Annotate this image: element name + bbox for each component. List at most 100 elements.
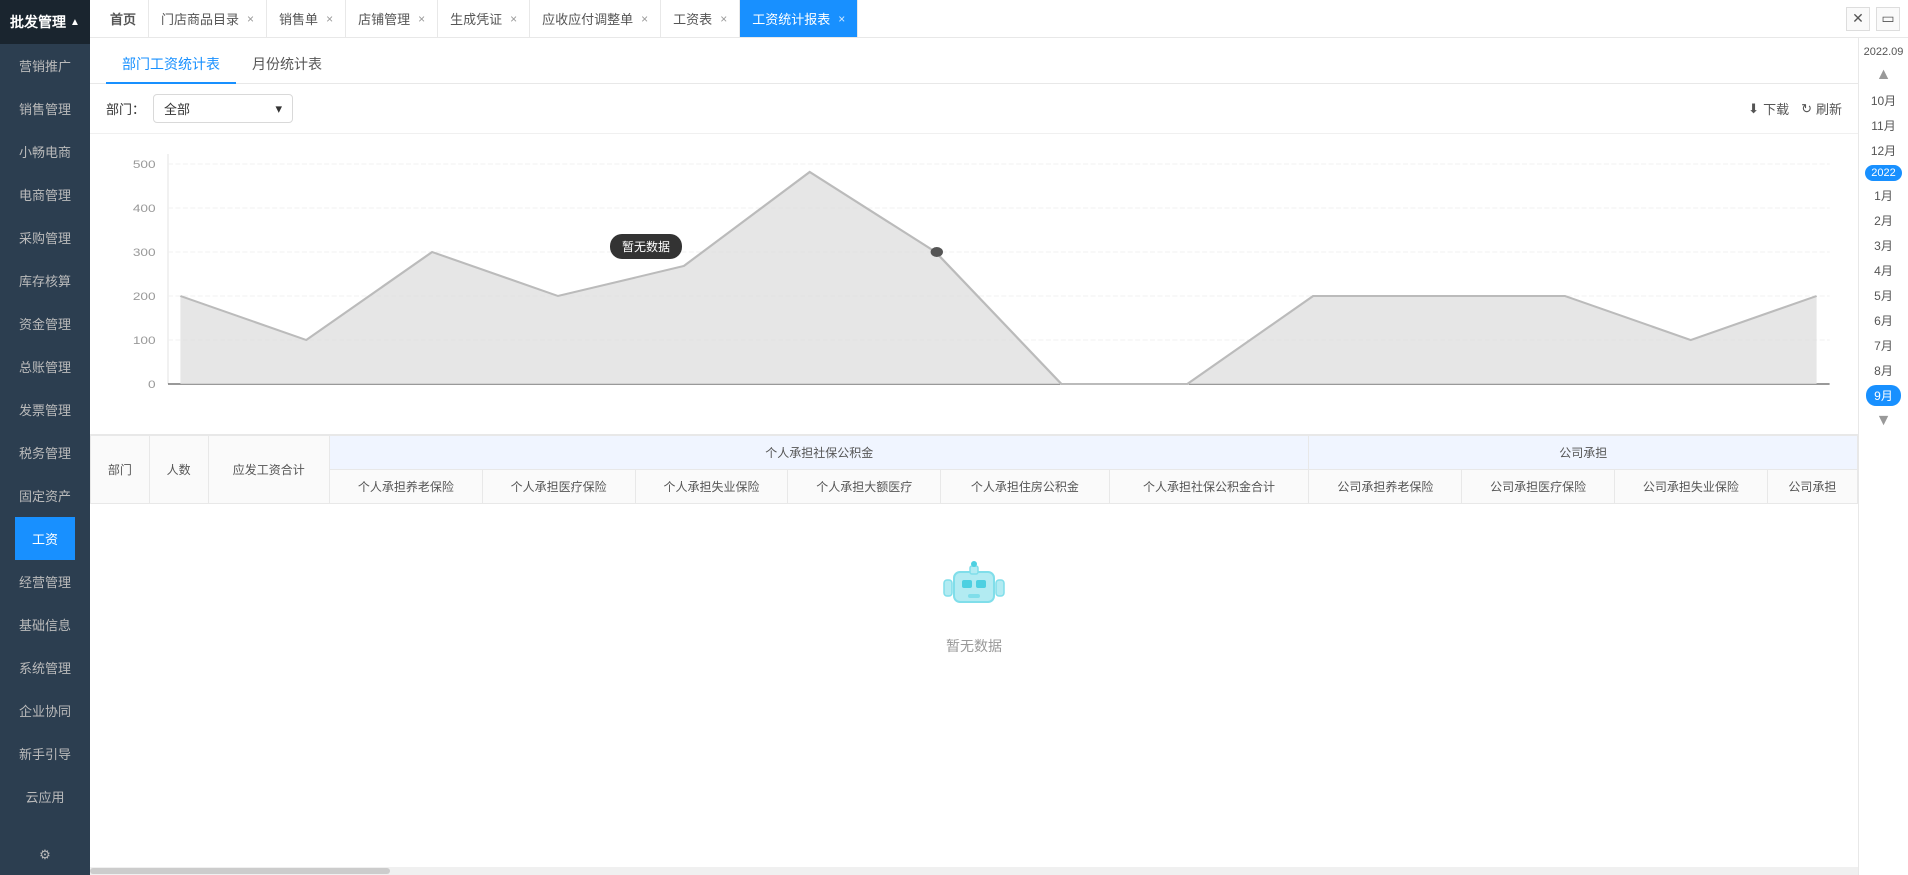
content-area: 部门工资统计表月份统计表 部门： 全部 ▾ ⬇ 下载 ↻ 刷新: [90, 38, 1908, 875]
dept-select[interactable]: 全部 ▾: [153, 94, 293, 123]
tab-close-sales-order[interactable]: ×: [326, 12, 333, 26]
tab-home[interactable]: 首页: [98, 0, 149, 37]
sub-tabs: 部门工资统计表月份统计表: [90, 38, 1858, 84]
scrollbar-thumb[interactable]: [90, 868, 390, 874]
sidebar-item-purchase[interactable]: 采购管理: [15, 216, 75, 259]
toolbar-actions: ⬇ 下载 ↻ 刷新: [1748, 99, 1842, 118]
tab-payroll[interactable]: 工资表×: [661, 0, 740, 37]
download-button[interactable]: ⬇ 下载: [1748, 99, 1789, 118]
tab-shop-mgmt[interactable]: 店铺管理×: [346, 0, 438, 37]
sidebar-item-tax[interactable]: 税务管理: [15, 431, 75, 474]
timeline-month-6月[interactable]: 6月: [1866, 308, 1901, 333]
th-公司承担: 公司承担: [1767, 470, 1857, 504]
sidebar-item-inventory[interactable]: 库存核算: [15, 259, 75, 302]
page-content: 部门工资统计表月份统计表 部门： 全部 ▾ ⬇ 下载 ↻ 刷新: [90, 38, 1858, 875]
sidebar-item-assets[interactable]: 固定资产: [15, 474, 75, 517]
timeline-month-3月[interactable]: 3月: [1866, 233, 1901, 258]
th-个人承担养老保险: 个人承担养老保险: [329, 470, 482, 504]
tab-payroll-report[interactable]: 工资统计报表×: [740, 0, 858, 37]
timeline-month-8月[interactable]: 8月: [1866, 358, 1901, 383]
close-tab-button[interactable]: ✕: [1846, 7, 1870, 31]
sidebar-item-salary[interactable]: 工资: [15, 517, 75, 560]
tab-close-shop-mgmt[interactable]: ×: [418, 12, 425, 26]
timeline-month-2月[interactable]: 2月: [1866, 208, 1901, 233]
timeline-down-arrow[interactable]: ▼: [1872, 408, 1896, 434]
sidebar-item-basic[interactable]: 基础信息: [15, 603, 75, 646]
refresh-label: 刷新: [1816, 99, 1842, 118]
tab-product-catalog[interactable]: 门店商品目录×: [149, 0, 267, 37]
main-area: 首页门店商品目录×销售单×店铺管理×生成凭证×应收应付调整单×工资表×工资统计报…: [90, 0, 1908, 875]
restore-tab-button[interactable]: ▭: [1876, 7, 1900, 31]
sidebar-item-cloud[interactable]: 云应用: [15, 775, 75, 818]
svg-text:400: 400: [133, 202, 156, 214]
sidebar-item-marketing[interactable]: 营销推广: [15, 44, 75, 87]
sidebar: 批发管理 ▲ 营销推广销售管理小畅电商电商管理采购管理库存核算资金管理总账管理发…: [0, 0, 90, 875]
th-公司承担失业保险: 公司承担失业保险: [1615, 470, 1768, 504]
th-count: 人数: [149, 436, 208, 504]
timeline-date-label: 2022.09: [1862, 42, 1906, 62]
timeline-prev-months: 10月11月12月: [1869, 88, 1898, 163]
sub-tab-dept[interactable]: 部门工资统计表: [106, 46, 236, 84]
timeline-month-9月[interactable]: 9月: [1866, 385, 1901, 406]
sidebar-header[interactable]: 批发管理 ▲: [0, 0, 90, 44]
sub-tabs-container: 部门工资统计表月份统计表: [106, 46, 338, 83]
toolbar: 部门： 全部 ▾ ⬇ 下载 ↻ 刷新: [90, 84, 1858, 134]
download-icon: ⬇: [1748, 101, 1759, 117]
horizontal-scrollbar[interactable]: [90, 867, 1858, 875]
timeline-month-1月[interactable]: 1月: [1866, 183, 1901, 208]
chevron-down-icon: ▾: [275, 101, 282, 117]
svg-text:100: 100: [133, 334, 156, 346]
sidebar-item-ecom[interactable]: 电商管理: [15, 173, 75, 216]
data-table: 部门 人数 应发工资合计 个人承担社保公积金 公司承担 个人承担养老保险个人承担…: [90, 435, 1858, 696]
empty-state: 暂无数据: [91, 504, 1858, 696]
timeline-panel: 2022.09 ▲ 10月11月12月 2022 1月2月3月4月5月6月7月8…: [1858, 38, 1908, 875]
svg-text:0: 0: [148, 378, 156, 390]
tab-sales-order[interactable]: 销售单×: [267, 0, 346, 37]
sidebar-item-invoice[interactable]: 发票管理: [15, 388, 75, 431]
table-container[interactable]: 部门 人数 应发工资合计 个人承担社保公积金 公司承担 个人承担养老保险个人承担…: [90, 434, 1858, 867]
timeline-current-months: 1月2月3月4月5月6月7月8月9月: [1866, 183, 1901, 408]
timeline-month-10月[interactable]: 10月: [1869, 88, 1898, 113]
tab-bar: 首页门店商品目录×销售单×店铺管理×生成凭证×应收应付调整单×工资表×工资统计报…: [90, 0, 1908, 38]
th-个人承担大额医疗: 个人承担大额医疗: [788, 470, 941, 504]
timeline-month-5月[interactable]: 5月: [1866, 283, 1901, 308]
th-公司承担养老保险: 公司承担养老保险: [1309, 470, 1462, 504]
th-dept: 部门: [91, 436, 150, 504]
tab-ar-ap[interactable]: 应收应付调整单×: [530, 0, 661, 37]
tab-close-payroll[interactable]: ×: [720, 12, 727, 26]
timeline-month-4月[interactable]: 4月: [1866, 258, 1901, 283]
svg-text:200: 200: [133, 290, 156, 302]
timeline-current-year[interactable]: 2022: [1865, 165, 1901, 181]
sidebar-title: 批发管理: [10, 12, 66, 32]
refresh-button[interactable]: ↻ 刷新: [1801, 99, 1842, 118]
tabs-container: 首页门店商品目录×销售单×店铺管理×生成凭证×应收应付调整单×工资表×工资统计报…: [98, 0, 858, 37]
th-personal-insurance-group: 个人承担社保公积金: [329, 436, 1308, 470]
download-label: 下载: [1763, 99, 1789, 118]
tab-voucher[interactable]: 生成凭证×: [438, 0, 530, 37]
timeline-month-12月[interactable]: 12月: [1869, 138, 1898, 163]
timeline-month-11月[interactable]: 11月: [1869, 113, 1898, 138]
tab-close-ar-ap[interactable]: ×: [641, 12, 648, 26]
sidebar-item-ledger[interactable]: 总账管理: [15, 345, 75, 388]
timeline-month-7月[interactable]: 7月: [1866, 333, 1901, 358]
th-个人承担住房公积金: 个人承担住房公积金: [941, 470, 1109, 504]
th-公司承担医疗保险: 公司承担医疗保险: [1462, 470, 1615, 504]
sidebar-item-system[interactable]: 系统管理: [15, 646, 75, 689]
tab-close-product-catalog[interactable]: ×: [247, 12, 254, 26]
sidebar-item-collab[interactable]: 企业协同: [15, 689, 75, 732]
chart-svg: 0 100 200 300 400 500: [106, 144, 1842, 404]
tab-close-payroll-report[interactable]: ×: [838, 12, 845, 26]
tab-close-voucher[interactable]: ×: [510, 12, 517, 26]
tab-bar-end: ✕ ▭: [1846, 7, 1900, 31]
dept-select-value: 全部: [164, 99, 190, 118]
th-个人承担失业保险: 个人承担失业保险: [635, 470, 788, 504]
sidebar-item-sales[interactable]: 销售管理: [15, 87, 75, 130]
th-company-insurance-group: 公司承担: [1309, 436, 1858, 470]
sidebar-item-operation[interactable]: 经营管理: [15, 560, 75, 603]
timeline-up-arrow[interactable]: ▲: [1872, 62, 1896, 88]
sidebar-item-ecom-small[interactable]: 小畅电商: [15, 130, 75, 173]
sidebar-item-fund[interactable]: 资金管理: [15, 302, 75, 345]
sub-tab-month[interactable]: 月份统计表: [236, 46, 338, 84]
sidebar-settings-button[interactable]: ⚙: [0, 835, 90, 875]
sidebar-item-guide[interactable]: 新手引导: [15, 732, 75, 775]
